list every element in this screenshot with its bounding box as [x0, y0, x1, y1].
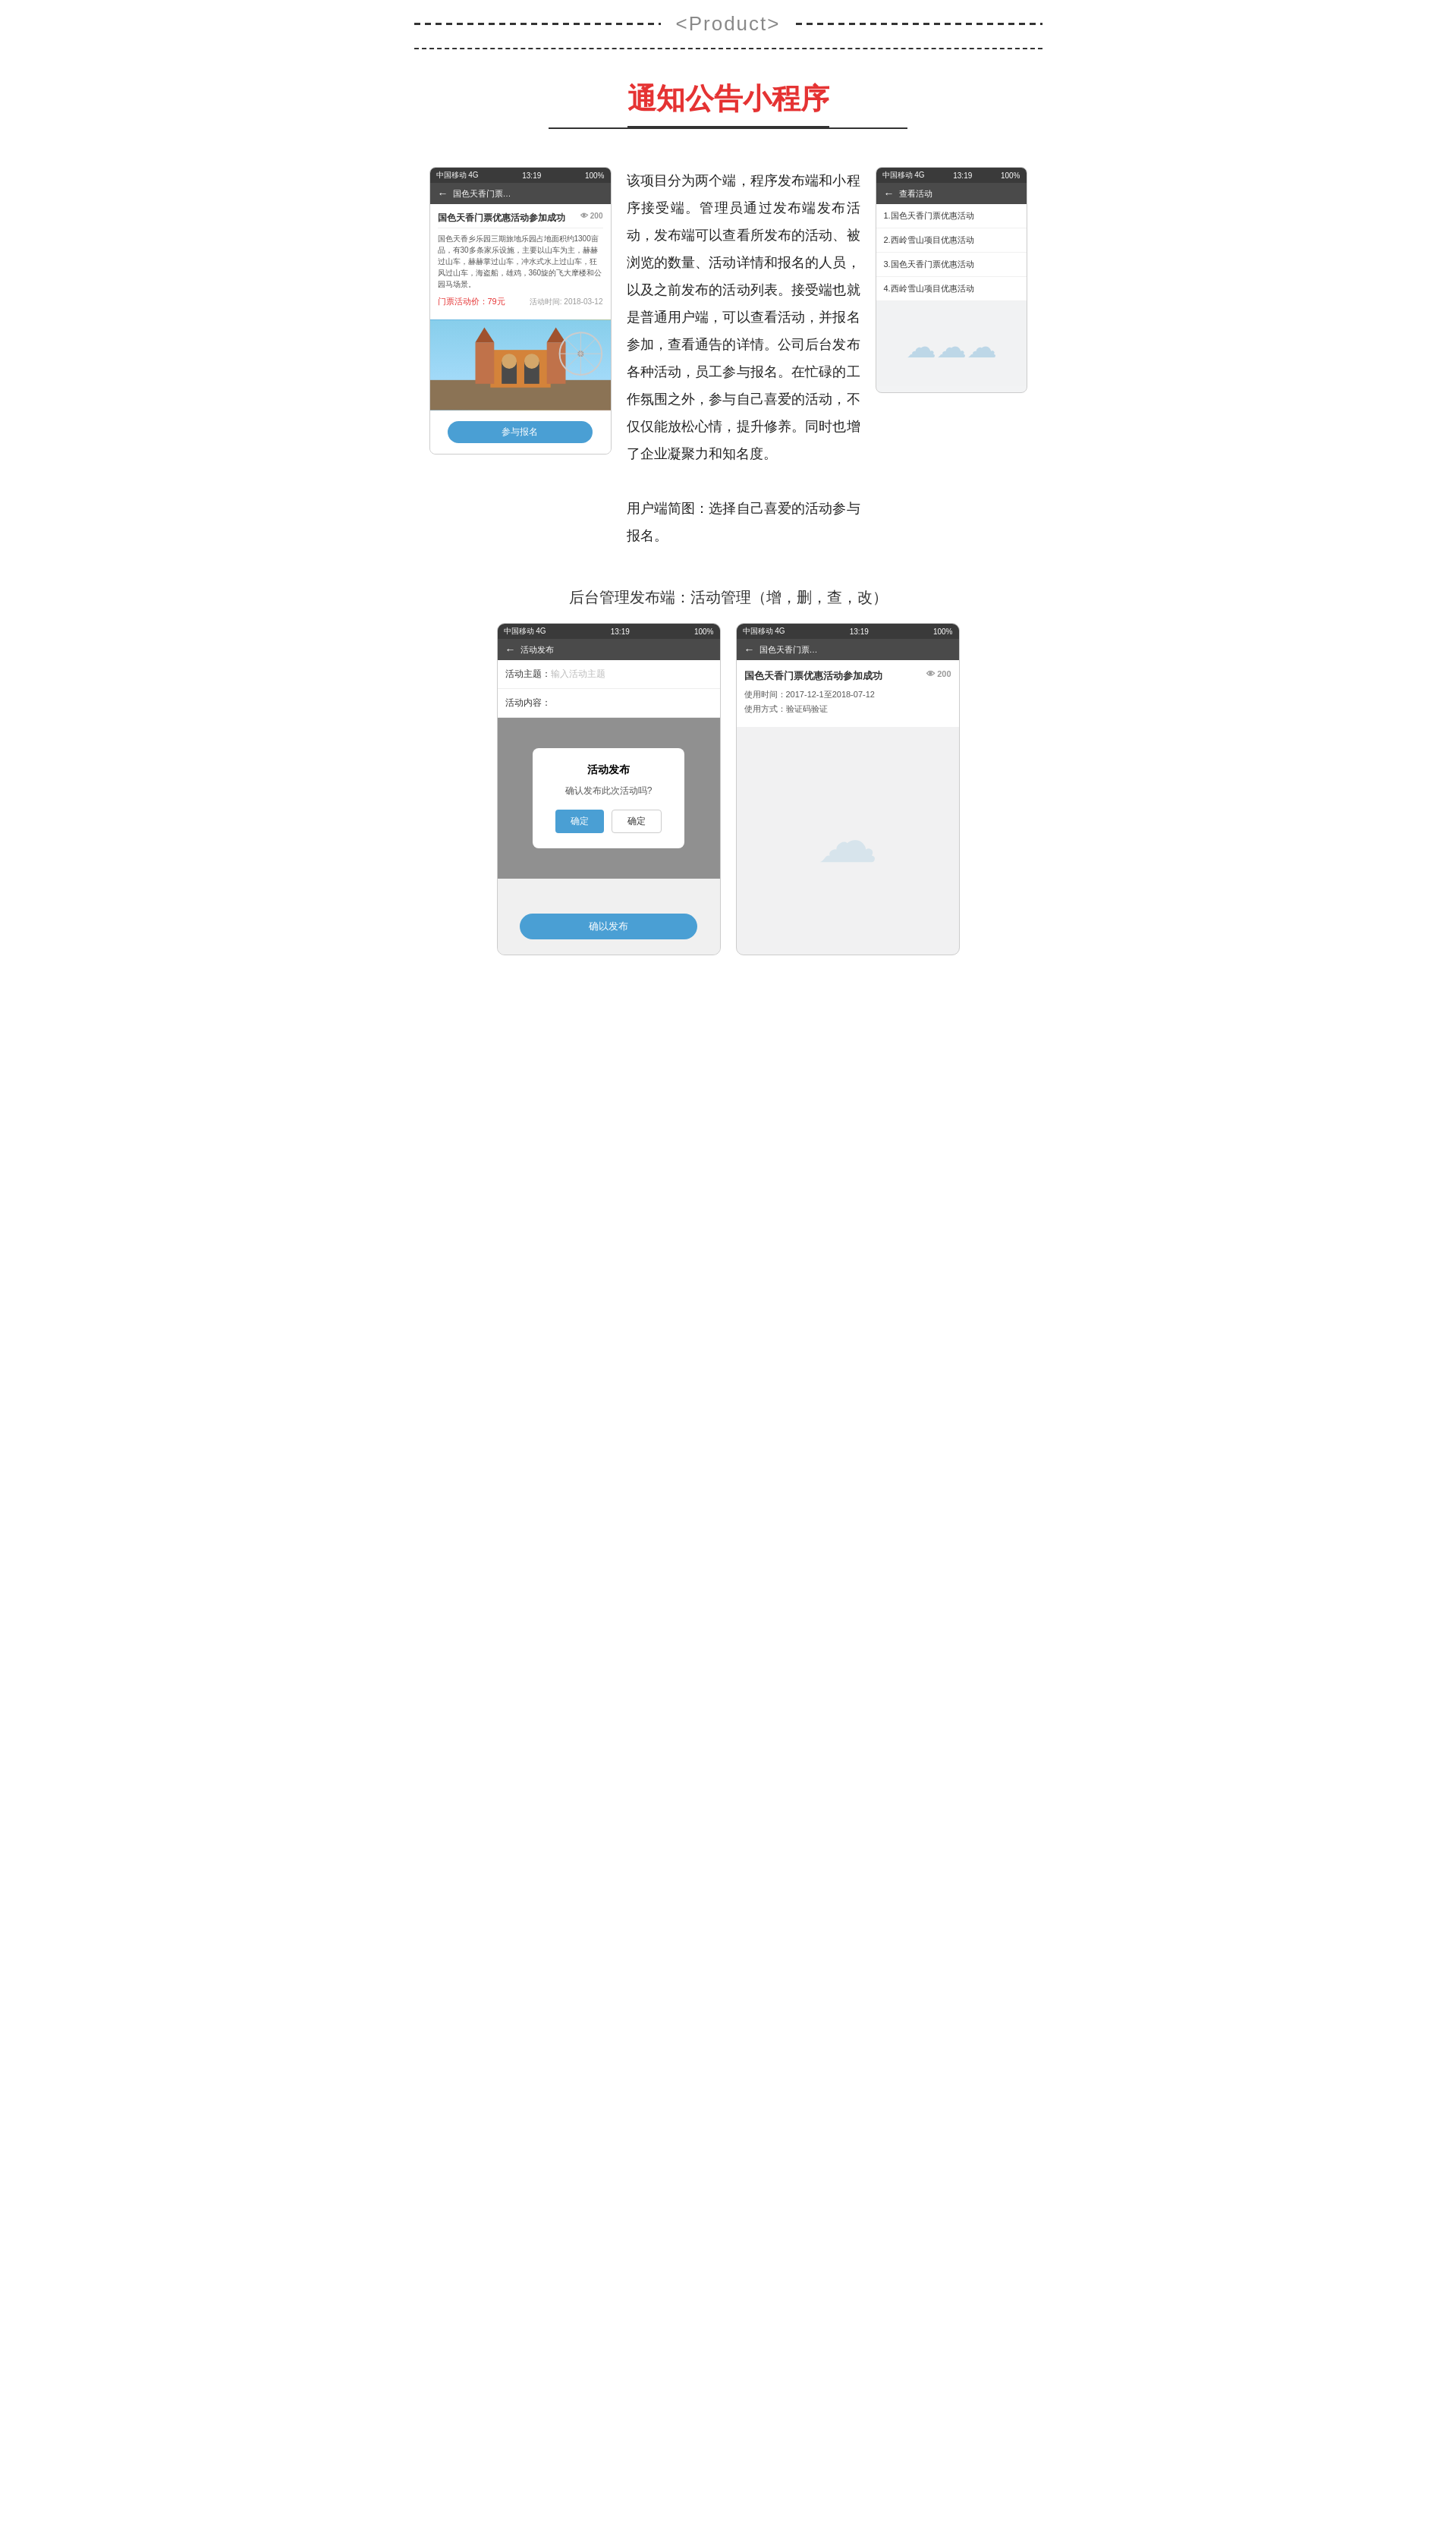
phone1-desc: 国色天香乡乐园三期旅地乐园占地面积约1300亩品，有30多条家乐设施，主要以山车…: [438, 233, 603, 290]
phone-screenshot-1: 中国移动 4G 13:19 100% ← 国色天香门票… 国色天香门票优惠活动参…: [429, 167, 612, 455]
backend-section: 后台管理发布端：活动管理（增，删，查，改） 中国移动 4G 13:19 100%…: [414, 557, 1042, 970]
page-title-section: 通知公告小程序: [414, 49, 1042, 144]
phone4-carrier: 中国移动 4G: [743, 626, 785, 637]
phone4-detail-row-2: 使用方式：验证码验证: [744, 703, 951, 715]
phone3-form-row-1: 活动主题： 输入活动主题: [498, 660, 720, 689]
phone3-modal-confirm[interactable]: 确定: [555, 810, 604, 833]
phone1-price: 门票活动价：79元: [438, 296, 505, 307]
phone3-battery: 100%: [694, 628, 714, 636]
phone2-battery: 100%: [1001, 171, 1020, 180]
backend-title: 后台管理发布端：活动管理（增，删，查，改）: [429, 587, 1027, 608]
phone-screenshot-2: 中国移动 4G 13:19 100% ← 查看活动 1.国色天香门票优惠活动 2…: [876, 167, 1027, 393]
phone1-carrier: 中国移动 4G: [436, 170, 479, 181]
phone3-modal-title: 活动发布: [548, 763, 669, 777]
phone3-modal-cancel[interactable]: 确定: [612, 810, 662, 833]
phone3-carrier: 中国移动 4G: [504, 626, 546, 637]
description-paragraph1: 该项目分为两个端，程序发布端和小程序接受端。管理员通过发布端发布活动，发布端可以…: [627, 167, 860, 467]
header-dashes-right: [796, 23, 1042, 25]
phone1-nav-title: 国色天香门票…: [453, 188, 511, 200]
phone3-time: 13:19: [611, 628, 630, 636]
phone3-nav-bar: ← 活动发布: [498, 639, 720, 660]
svg-point-6: [524, 354, 539, 369]
phone4-watermark: ☁: [737, 727, 959, 955]
list-item-2[interactable]: 2.西岭雪山项目优惠活动: [876, 228, 1027, 253]
phone4-nav-title: 国色天香门票…: [759, 644, 818, 656]
phone4-time: 13:19: [850, 628, 869, 636]
phone3-form-row-2: 活动内容：: [498, 689, 720, 718]
phone3-modal-content: 确认发布此次活动吗?: [548, 785, 669, 797]
phone1-content: 国色天香门票优惠活动参加成功 👁 200 国色天香乡乐园三期旅地乐园占地面积约1…: [430, 204, 611, 319]
list-item-1[interactable]: 1.国色天香门票优惠活动: [876, 204, 1027, 228]
description-text: 该项目分为两个端，程序发布端和小程序接受端。管理员通过发布端发布活动，发布端可以…: [627, 167, 860, 549]
svg-point-5: [502, 354, 517, 369]
phone3-field1-label: 活动主题：: [505, 668, 551, 681]
phone2-time: 13:19: [953, 171, 972, 180]
phone4-detail-card: 国色天香门票优惠活动参加成功 👁 200 使用时间：2017-12-1至2018…: [737, 660, 959, 727]
phone1-status-bar: 中国移动 4G 13:19 100%: [430, 168, 611, 183]
phone3-field1-placeholder[interactable]: 输入活动主题: [551, 668, 605, 681]
phone1-activity-title: 国色天香门票优惠活动参加成功 👁 200: [438, 212, 603, 228]
phone4-views: 👁 200: [926, 669, 951, 678]
description-paragraph2: 用户端简图：选择自己喜爱的活动参与报名。: [627, 495, 860, 549]
phone3-modal-buttons: 确定 确定: [548, 810, 669, 833]
header-section: <Product>: [414, 0, 1042, 49]
phone-mockup-2: 中国移动 4G 13:19 100% ← 查看活动 1.国色天香门票优惠活动 2…: [876, 167, 1027, 393]
svg-rect-2: [490, 350, 550, 388]
phone2-carrier: 中国移动 4G: [882, 170, 925, 181]
svg-rect-7: [475, 342, 494, 384]
backend-screenshots: 中国移动 4G 13:19 100% ← 活动发布 活动主题： 输入活动主题 活…: [429, 623, 1027, 955]
phone4-status-bar: 中国移动 4G 13:19 100%: [737, 624, 959, 639]
park-image: [430, 319, 611, 410]
phone3-publish-button[interactable]: 确以发布: [520, 914, 697, 939]
phone1-nav-bar: ← 国色天香门票…: [430, 183, 611, 204]
phone1-price-row: 门票活动价：79元 活动时间: 2018-03-12: [438, 296, 603, 307]
phone4-back-icon[interactable]: ←: [744, 643, 755, 656]
phone-mockup-3: 中国移动 4G 13:19 100% ← 活动发布 活动主题： 输入活动主题 活…: [497, 623, 721, 955]
phone3-field2-label: 活动内容：: [505, 697, 551, 708]
phone3-back-icon[interactable]: ←: [505, 643, 516, 656]
phone4-battery: 100%: [933, 628, 953, 636]
header-title: <Product>: [676, 12, 781, 36]
phone1-date: 活动时间: 2018-03-12: [530, 297, 603, 307]
content-section: 中国移动 4G 13:19 100% ← 国色天香门票… 国色天香门票优惠活动参…: [414, 144, 1042, 557]
phone4-detail-row-1: 使用时间：2017-12-1至2018-07-12: [744, 689, 951, 700]
phone3-status-bar: 中国移动 4G 13:19 100%: [498, 624, 720, 639]
phone2-nav-title: 查看活动: [899, 188, 932, 200]
phone-mockup-1: 中国移动 4G 13:19 100% ← 国色天香门票… 国色天香门票优惠活动参…: [429, 167, 612, 455]
phone1-views: 👁 200: [580, 212, 602, 220]
phone1-join-button[interactable]: 参与报名: [448, 421, 592, 443]
phone2-status-bar: 中国移动 4G 13:19 100%: [876, 168, 1027, 183]
phone1-back-icon[interactable]: ←: [438, 187, 448, 200]
phone4-detail-title: 国色天香门票优惠活动参加成功 👁 200: [744, 669, 951, 683]
phone3-modal-overlay: 活动发布 确认发布此次活动吗? 确定 确定: [498, 718, 720, 879]
phone3-nav-title: 活动发布: [520, 644, 554, 656]
phone1-time: 13:19: [522, 171, 541, 180]
phone2-back-icon[interactable]: ←: [884, 187, 895, 200]
phone2-nav-bar: ← 查看活动: [876, 183, 1027, 204]
list-item-4[interactable]: 4.西岭雪山项目优惠活动: [876, 277, 1027, 301]
list-item-3[interactable]: 3.国色天香门票优惠活动: [876, 253, 1027, 277]
phone2-list: 1.国色天香门票优惠活动 2.西岭雪山项目优惠活动 3.国色天香门票优惠活动 4…: [876, 204, 1027, 301]
phone3-modal: 活动发布 确认发布此次活动吗? 确定 确定: [533, 748, 684, 848]
header-dashes-left: [414, 23, 661, 25]
phone-mockup-4: 中国移动 4G 13:19 100% ← 国色天香门票… 国色天香门票优惠活动参…: [736, 623, 960, 955]
page-title: 通知公告小程序: [627, 80, 829, 127]
phone1-battery: 100%: [585, 171, 605, 180]
svg-rect-9: [546, 342, 565, 384]
phone4-nav-bar: ← 国色天香门票…: [737, 639, 959, 660]
phone2-watermark: ☁☁☁: [876, 301, 1027, 392]
